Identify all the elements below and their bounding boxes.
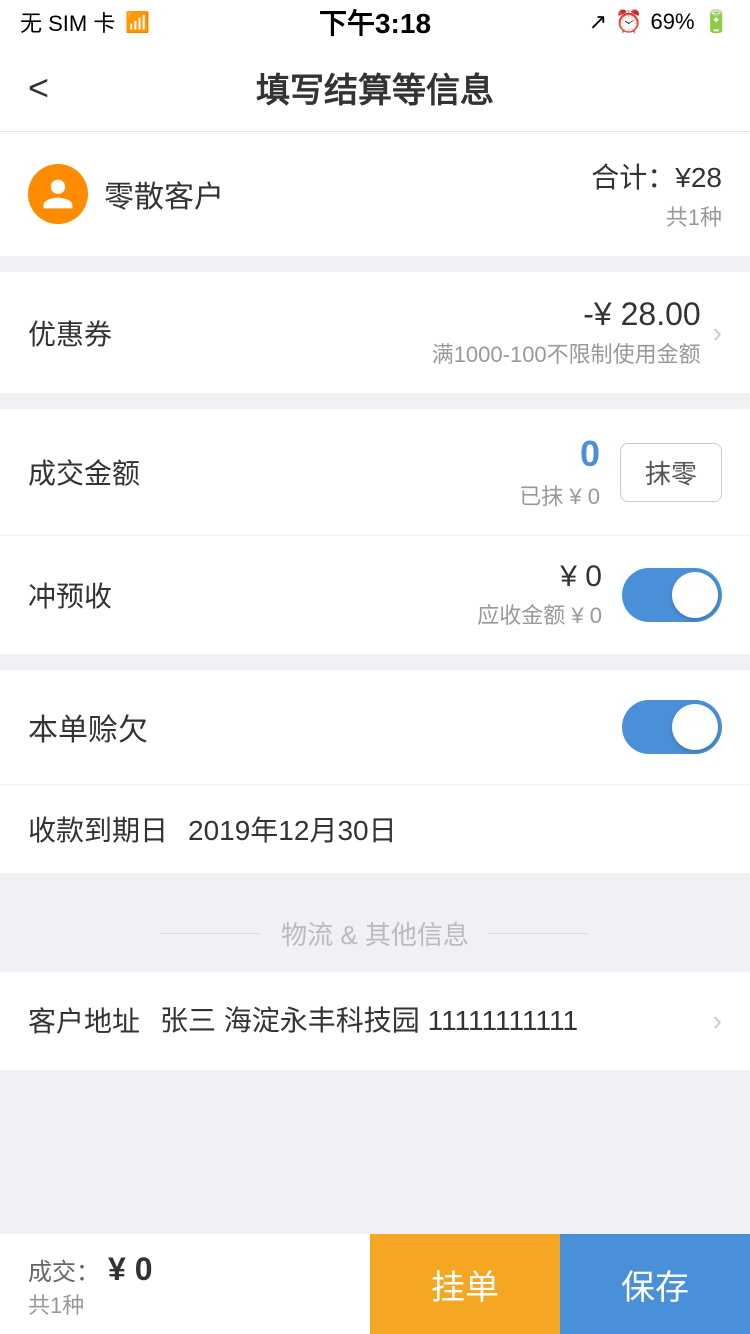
discount-amount: -¥ 28.00 xyxy=(432,296,701,333)
total-count: 共1种 xyxy=(591,200,722,232)
toggle-knob xyxy=(672,572,718,618)
debt-toggle[interactable] xyxy=(622,700,722,754)
coupon-section: 优惠券 -¥ 28.00 满1000-100不限制使用金额 › xyxy=(0,272,750,393)
bottom-bar: 成交： ¥ 0 共1种 挂单 保存 xyxy=(0,1234,750,1334)
logistics-label: 物流 & 其他信息 xyxy=(161,915,589,952)
battery-icon: 🔋 xyxy=(703,9,730,35)
back-button[interactable]: < xyxy=(28,67,49,109)
due-date-value: 2019年12月30日 xyxy=(188,809,397,849)
nav-bar: < 填写结算等信息 xyxy=(0,44,750,132)
deal-right: 0 已抹 ¥ 0 抹零 xyxy=(519,433,722,511)
coupon-label: 优惠券 xyxy=(28,313,112,353)
charge-right: ¥ 0 应收金额 ¥ 0 xyxy=(477,560,722,630)
charge-value-wrap: ¥ 0 应收金额 ¥ 0 xyxy=(477,560,602,630)
charge-toggle[interactable] xyxy=(622,568,722,622)
bottom-deal-amount: ¥ 0 xyxy=(108,1251,152,1288)
deal-section: 成交金额 0 已抹 ¥ 0 抹零 冲预收 ¥ 0 应收金额 ¥ 0 xyxy=(0,409,750,654)
deal-amount-label: 成交金额 xyxy=(28,452,140,492)
address-chevron-icon: › xyxy=(713,1005,722,1037)
total-amount: 合计：¥28 xyxy=(591,156,722,196)
customer-row: 零散客户 合计：¥28 共1种 xyxy=(0,132,750,256)
carrier-label: 无 SIM 卡 xyxy=(20,6,115,38)
coupon-row[interactable]: 优惠券 -¥ 28.00 满1000-100不限制使用金额 › xyxy=(0,272,750,393)
bottom-count: 共1种 xyxy=(28,1288,342,1320)
charge-value: ¥ 0 xyxy=(477,560,602,594)
location-icon: ↗ xyxy=(589,9,607,35)
deal-value-wrap: 0 已抹 ¥ 0 xyxy=(519,433,600,511)
address-section[interactable]: 客户地址 张三 海淀永丰科技园 11111111111 › xyxy=(0,972,750,1070)
save-button[interactable]: 保存 xyxy=(560,1234,750,1334)
charge-label: 冲预收 xyxy=(28,575,112,615)
due-date-label: 收款到期日 xyxy=(28,809,168,849)
status-time: 下午3:18 xyxy=(319,2,431,42)
deal-value: 0 xyxy=(519,433,600,475)
battery-label: 69% xyxy=(651,9,695,35)
charge-sub: 应收金额 ¥ 0 xyxy=(477,598,602,630)
main-content: 零散客户 合计：¥28 共1种 优惠券 -¥ 28.00 满1000-100不限… xyxy=(0,132,750,1196)
debt-toggle-knob xyxy=(672,704,718,750)
customer-section: 零散客户 合计：¥28 共1种 xyxy=(0,132,750,256)
round-zero-button[interactable]: 抹零 xyxy=(620,443,722,502)
logistics-divider: 物流 & 其他信息 xyxy=(0,889,750,972)
address-label: 客户地址 xyxy=(28,1000,140,1040)
debt-row: 本单赊欠 xyxy=(0,670,750,784)
debt-section: 本单赊欠 收款到期日 2019年12月30日 xyxy=(0,670,750,873)
discount-desc: 满1000-100不限制使用金额 xyxy=(432,337,701,369)
wifi-icon: 📶 xyxy=(125,10,150,35)
bottom-deal-label: 成交： xyxy=(28,1252,100,1287)
bottom-info: 成交： ¥ 0 共1种 xyxy=(0,1249,370,1320)
avatar xyxy=(28,164,88,224)
customer-left: 零散客户 xyxy=(28,164,224,224)
charge-row: 冲预收 ¥ 0 应收金额 ¥ 0 xyxy=(0,535,750,654)
hang-button[interactable]: 挂单 xyxy=(370,1234,560,1334)
address-left: 客户地址 张三 海淀永丰科技园 11111111111 xyxy=(28,1000,578,1042)
status-right: ↗ ⏰ 69% 🔋 xyxy=(589,9,730,35)
coupon-right: -¥ 28.00 满1000-100不限制使用金额 › xyxy=(432,296,722,369)
status-bar: 无 SIM 卡 📶 下午3:18 ↗ ⏰ 69% 🔋 xyxy=(0,0,750,44)
due-date-row[interactable]: 收款到期日 2019年12月30日 xyxy=(0,784,750,873)
logistics-text: 物流 & 其他信息 xyxy=(281,915,469,952)
address-value: 张三 海淀永丰科技园 11111111111 xyxy=(160,1000,578,1042)
chevron-right-icon: › xyxy=(713,317,722,349)
status-left: 无 SIM 卡 📶 xyxy=(20,6,150,38)
deal-sub: 已抹 ¥ 0 xyxy=(519,479,600,511)
deal-amount-row: 成交金额 0 已抹 ¥ 0 抹零 xyxy=(0,409,750,535)
person-icon xyxy=(40,176,76,212)
customer-name: 零散客户 xyxy=(104,172,224,216)
customer-total: 合计：¥28 共1种 xyxy=(591,156,722,232)
alarm-icon: ⏰ xyxy=(615,9,642,35)
coupon-value: -¥ 28.00 满1000-100不限制使用金额 xyxy=(432,296,701,369)
page-title: 填写结算等信息 xyxy=(256,63,494,112)
debt-label: 本单赊欠 xyxy=(28,705,148,749)
